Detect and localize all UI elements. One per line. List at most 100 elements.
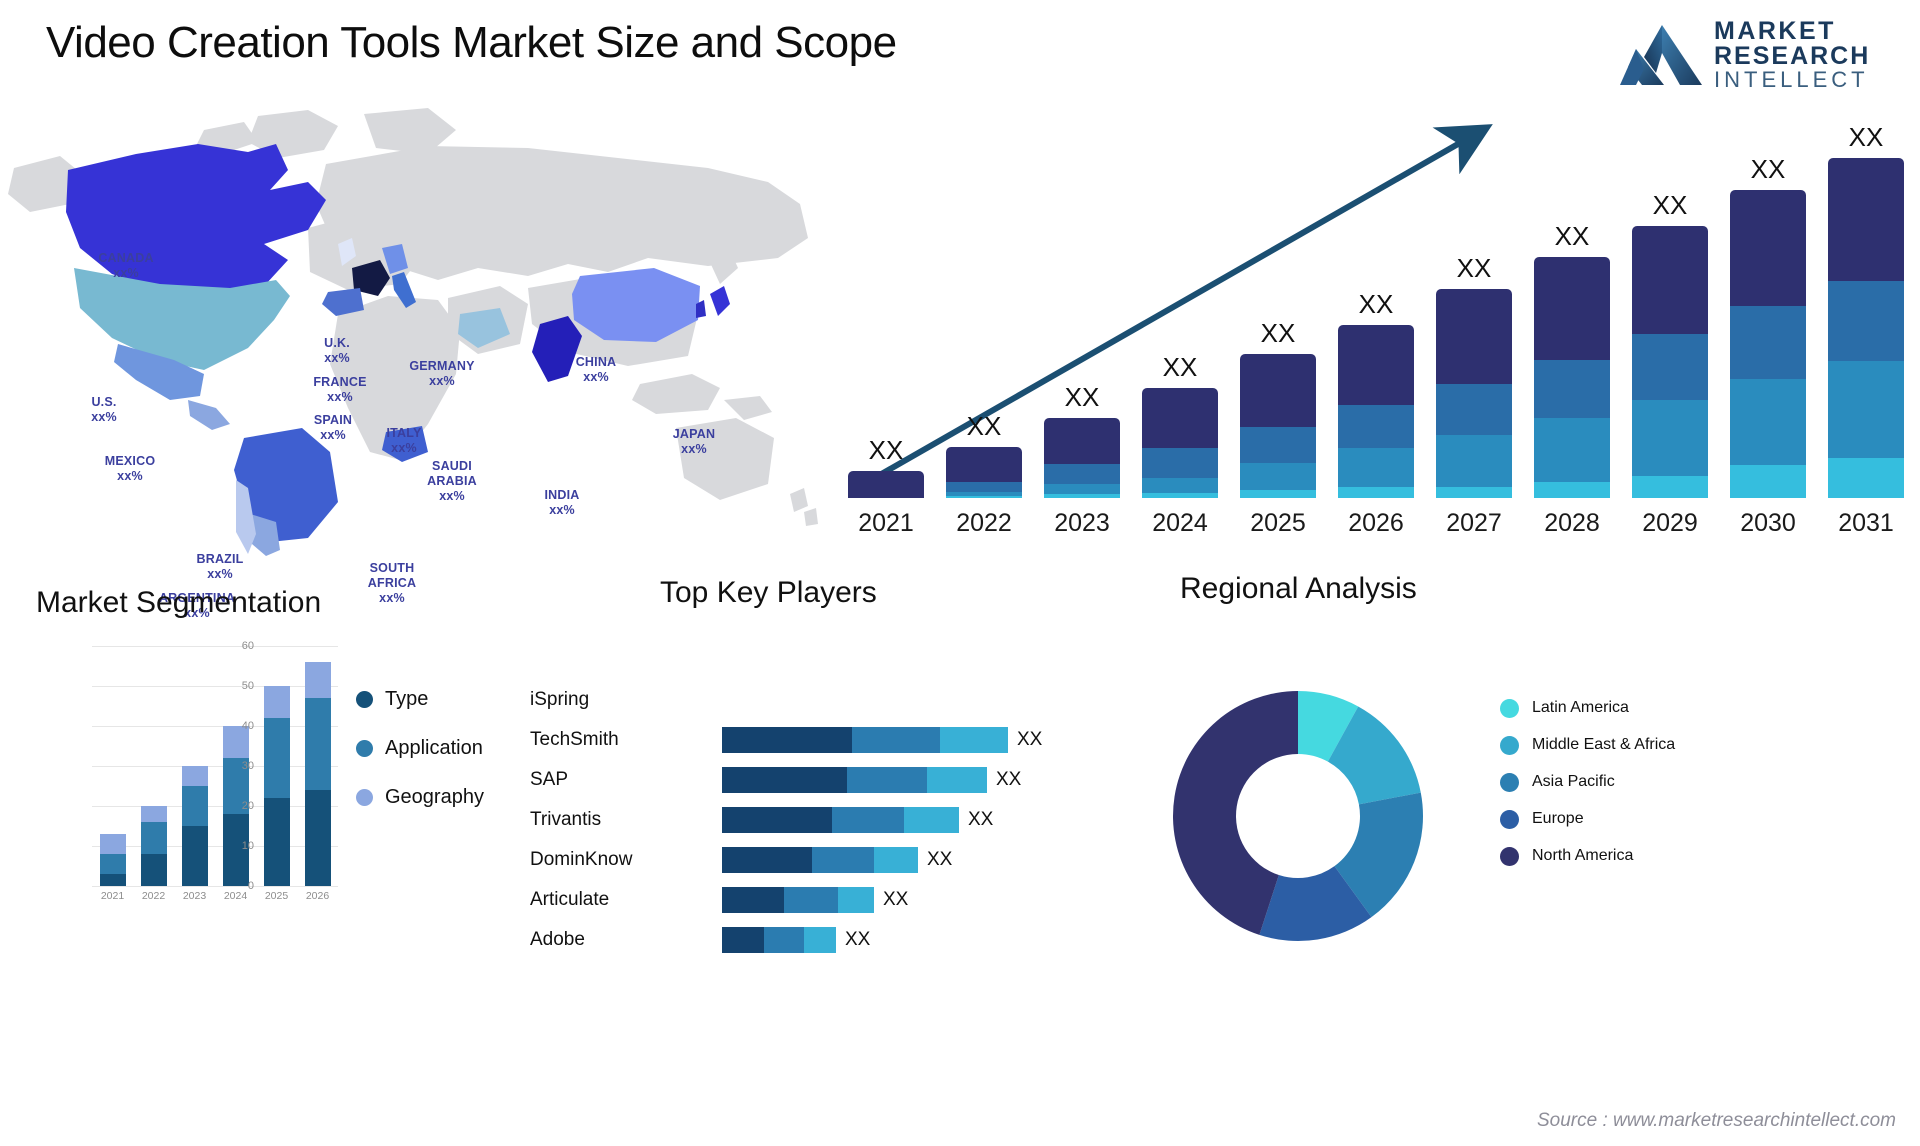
forecast-bar-column: XX (1632, 190, 1708, 498)
forecast-bar-value-label: XX (1750, 153, 1786, 184)
market-segmentation-heading: Market Segmentation (36, 586, 322, 619)
kp-bar-segment (838, 887, 874, 913)
logo-line-market: MARKET (1714, 17, 1836, 45)
map-region-japan (710, 286, 730, 316)
forecast-bar (1730, 189, 1806, 498)
kp-bar-segment (852, 727, 940, 753)
ra-legend-item: Latin America (1500, 698, 1675, 718)
forecast-bar (1142, 388, 1218, 498)
kp-bar-segment (722, 767, 847, 793)
logo-line-intellect: INTELLECT (1714, 67, 1869, 92)
ms-legend: Type Application Geography (356, 688, 484, 835)
kp-row: Adobe XX (530, 920, 1090, 960)
forecast-bar-column: XX (1436, 253, 1512, 498)
forecast-bar-segment (1828, 280, 1904, 361)
ms-legend-swatch (356, 789, 373, 806)
kp-value-label: XX (845, 929, 871, 950)
map-label-value: xx% (113, 265, 139, 280)
kp-bar-segment (832, 807, 904, 833)
forecast-bar-segment (1240, 489, 1316, 498)
kp-player-name: SAP (530, 769, 569, 790)
forecast-bar-segment (1240, 463, 1316, 490)
map-label-country: INDIA (544, 488, 580, 502)
ms-bar (181, 646, 208, 886)
map-label-france: FRANCE xx% (313, 375, 366, 405)
forecast-bar-column: XX (1534, 221, 1610, 498)
ms-legend-swatch (356, 740, 373, 757)
kp-player-name: Trivantis (530, 809, 602, 830)
ms-y-tick-label: 10 (241, 840, 254, 852)
ra-legend-label: Europe (1532, 810, 1584, 827)
top-key-players-chart: iSpring TechSmith XX SAP XX Trivantis XX DominK… (530, 638, 1090, 953)
forecast-bar-segment (946, 447, 1022, 483)
brand-logo: MARKET RESEARCH INTELLECT (1618, 14, 1898, 96)
ra-legend-swatch (1500, 773, 1519, 792)
forecast-bar-segment (946, 482, 1022, 492)
ms-x-tick-label: 2022 (141, 890, 166, 902)
forecast-bar-segment (1534, 417, 1610, 483)
kp-bar-segment (874, 847, 918, 873)
forecast-bar (848, 470, 924, 498)
forecast-bar (1534, 257, 1610, 498)
kp-bar-segment (722, 807, 832, 833)
forecast-bar-value-label: XX (966, 411, 1002, 442)
map-label-china: CHINA xx% (576, 355, 617, 385)
ms-bar-segment-type (181, 826, 208, 886)
forecast-bar-segment (1044, 464, 1120, 485)
kp-bar-segment (812, 847, 874, 873)
ra-legend-item: Middle East & Africa (1500, 735, 1675, 755)
ms-x-tick-label: 2026 (305, 890, 330, 902)
kp-bar (722, 887, 874, 913)
forecast-bar-segment (1142, 477, 1218, 493)
forecast-year-label: 2022 (956, 509, 1012, 537)
infographic-page: Video Creation Tools Market Size and Sco… (0, 0, 1920, 1146)
ms-x-tick-label: 2025 (264, 890, 289, 902)
map-label-brazil: BRAZIL xx% (196, 552, 243, 582)
forecast-bar (1632, 225, 1708, 498)
map-label-country: ITALY (386, 426, 422, 440)
map-label-value: xx% (681, 441, 707, 456)
forecast-bar-segment (1828, 457, 1904, 498)
forecast-bar-segment (1436, 434, 1512, 488)
kp-player-name: TechSmith (530, 729, 619, 750)
map-label-japan: JAPAN xx% (673, 427, 715, 457)
map-label-value: xx% (583, 369, 609, 384)
map-label-value: xx% (117, 468, 143, 483)
kp-value-label: XX (883, 889, 909, 910)
forecast-bar-segment (1632, 334, 1708, 400)
ms-bar-segment-type (304, 790, 331, 886)
map-label-value: xx% (207, 566, 233, 581)
map-label-value: xx% (320, 427, 346, 442)
ms-bar (304, 646, 331, 886)
ms-y-tick-label: 60 (241, 640, 254, 652)
forecast-bar-value-label: XX (1162, 352, 1198, 383)
map-label-country: JAPAN (672, 427, 716, 441)
kp-row: TechSmith XX (530, 720, 1090, 760)
ra-donut-svg (1173, 691, 1423, 941)
forecast-bars: XX XX XX XX XX XX XX XX XX XX XX (848, 122, 1904, 498)
map-label-germany: GERMANY xx% (409, 359, 474, 389)
top-key-players-heading: Top Key Players (660, 576, 877, 609)
map-label-country: SAUDI ARABIA (427, 459, 477, 488)
world-map-svg (8, 108, 818, 556)
forecast-bar (946, 447, 1022, 498)
forecast-bar-segment (1436, 288, 1512, 384)
forecast-bar-segment (946, 495, 1022, 498)
forecast-bar-segment (1632, 399, 1708, 476)
kp-bar-segment (927, 767, 987, 793)
ms-legend-item: Type (356, 688, 484, 711)
ra-legend-label: Middle East & Africa (1532, 736, 1676, 753)
ra-legend-label: Asia Pacific (1532, 773, 1615, 790)
world-map: CANADA xx% U.S. xx% MEXICO xx% BRAZIL xx% ARGENT… (8, 108, 838, 620)
forecast-bar-segment (1142, 388, 1218, 449)
map-label-country: GERMANY (409, 359, 475, 373)
map-label-u-s: U.S. xx% (91, 395, 117, 425)
kp-value-label: XX (1017, 729, 1043, 750)
ms-bar-segment-geography (140, 806, 167, 822)
forecast-bar-segment (1044, 493, 1120, 498)
map-label-value: xx% (439, 488, 465, 503)
kp-bar (722, 927, 836, 953)
forecast-year-label: 2030 (1740, 509, 1796, 537)
kp-bar-segment (764, 927, 804, 953)
kp-bar-segment (847, 767, 927, 793)
